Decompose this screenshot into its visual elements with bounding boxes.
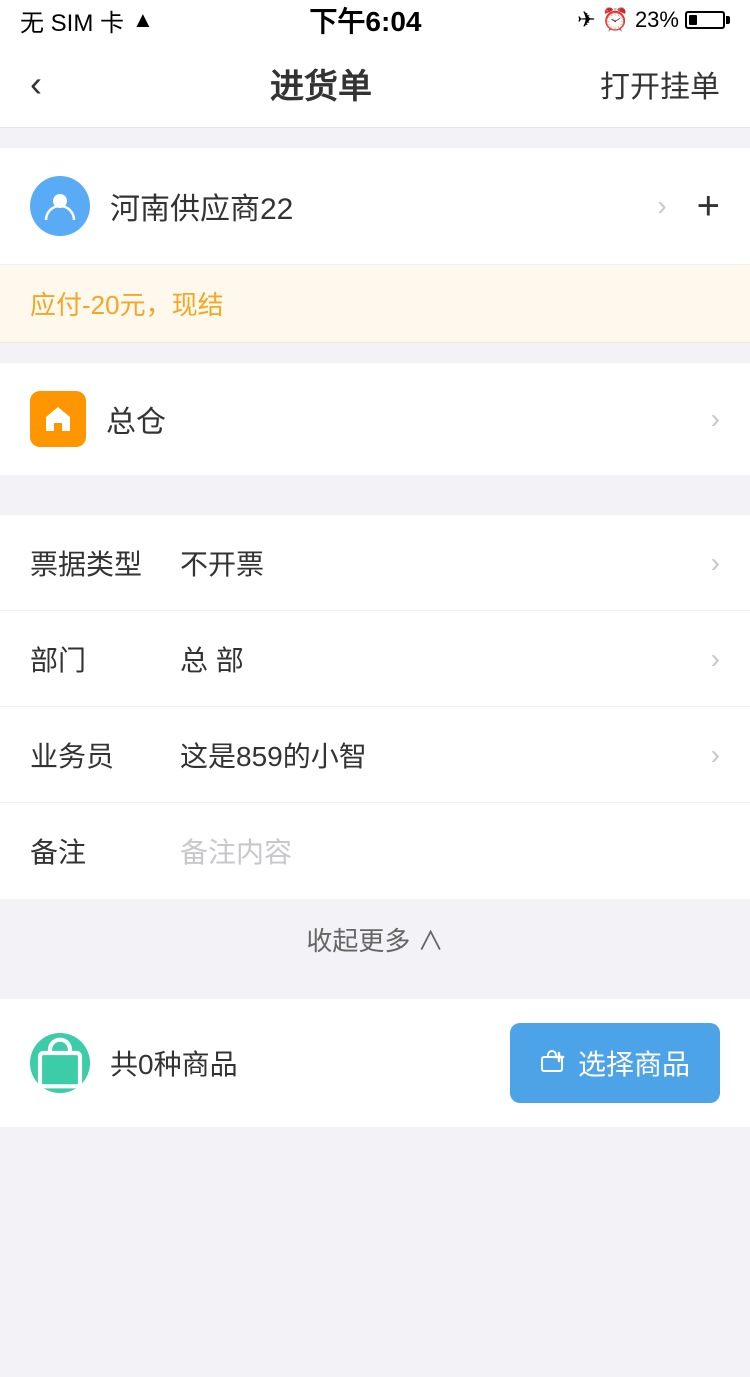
status-right: ✈ ⏰ 23% xyxy=(577,7,730,33)
status-bar: 无 SIM 卡 ▲ 下午6:04 ✈ ⏰ 23% xyxy=(0,0,750,40)
warehouse-row[interactable]: 总仓 › xyxy=(0,363,750,475)
notice-banner: 应付-20元，现结 xyxy=(0,265,750,343)
bottom-fill xyxy=(0,1127,750,1377)
house-icon xyxy=(42,403,74,435)
invoice-label: 票据类型 xyxy=(30,543,170,583)
invoice-chevron-icon: › xyxy=(711,547,720,579)
page-title: 进货单 xyxy=(270,59,372,108)
section-gap-1 xyxy=(0,128,750,148)
add-supplier-button[interactable]: + xyxy=(697,186,720,226)
department-value: 总 部 xyxy=(170,639,711,679)
product-icon xyxy=(30,1033,90,1093)
collapse-label: 收起更多 ∧ xyxy=(306,921,443,958)
department-row[interactable]: 部门 总 部 › xyxy=(0,611,750,707)
warehouse-icon xyxy=(30,391,86,447)
salesperson-value: 这是859的小智 xyxy=(170,735,711,775)
form-section: 票据类型 不开票 › 部门 总 部 › 业务员 这是859的小智 › 备注 备注… xyxy=(0,515,750,899)
open-pending-button[interactable]: 打开挂单 xyxy=(600,62,720,106)
section-gap-3 xyxy=(0,475,750,495)
nav-bar: ‹ 进货单 打开挂单 xyxy=(0,40,750,128)
department-chevron-icon: › xyxy=(711,643,720,675)
salesperson-chevron-icon: › xyxy=(711,739,720,771)
remark-label: 备注 xyxy=(30,831,170,871)
battery-percent: 23% xyxy=(635,7,679,33)
product-count: 共0种商品 xyxy=(110,1043,510,1083)
invoice-row[interactable]: 票据类型 不开票 › xyxy=(0,515,750,611)
person-icon xyxy=(42,188,78,224)
supplier-chevron-icon: › xyxy=(657,190,666,222)
supplier-section: 河南供应商22 › + 应付-20元，现结 xyxy=(0,148,750,343)
select-products-label: 选择商品 xyxy=(578,1043,690,1083)
department-label: 部门 xyxy=(30,639,170,679)
section-gap-2 xyxy=(0,343,750,363)
warehouse-chevron-icon: › xyxy=(711,403,720,435)
notice-text: 应付-20元，现结 xyxy=(30,290,224,320)
select-products-button[interactable]: 选择商品 xyxy=(510,1023,720,1103)
status-time: 下午6:04 xyxy=(309,0,421,40)
supplier-name: 河南供应商22 xyxy=(110,184,657,228)
battery-icon xyxy=(685,11,730,29)
alarm-icon: ⏰ xyxy=(602,7,629,33)
shopping-bag-icon xyxy=(30,1033,90,1093)
salesperson-label: 业务员 xyxy=(30,735,170,775)
remark-input[interactable]: 备注内容 xyxy=(170,831,720,871)
product-section: 共0种商品 选择商品 xyxy=(0,999,750,1127)
back-button[interactable]: ‹ xyxy=(30,63,42,105)
salesperson-row[interactable]: 业务员 这是859的小智 › xyxy=(0,707,750,803)
status-left: 无 SIM 卡 ▲ xyxy=(20,3,154,38)
warehouse-section: 总仓 › xyxy=(0,363,750,475)
invoice-value: 不开票 xyxy=(170,543,711,583)
remark-row[interactable]: 备注 备注内容 xyxy=(0,803,750,899)
carrier-text: 无 SIM 卡 xyxy=(20,3,124,38)
cart-add-icon xyxy=(540,1049,568,1077)
collapse-toggle[interactable]: 收起更多 ∧ xyxy=(0,899,750,979)
supplier-avatar xyxy=(30,176,90,236)
wifi-icon: ▲ xyxy=(132,7,154,33)
supplier-row[interactable]: 河南供应商22 › + xyxy=(0,148,750,265)
warehouse-name: 总仓 xyxy=(106,397,711,441)
location-icon: ✈ xyxy=(577,7,595,33)
